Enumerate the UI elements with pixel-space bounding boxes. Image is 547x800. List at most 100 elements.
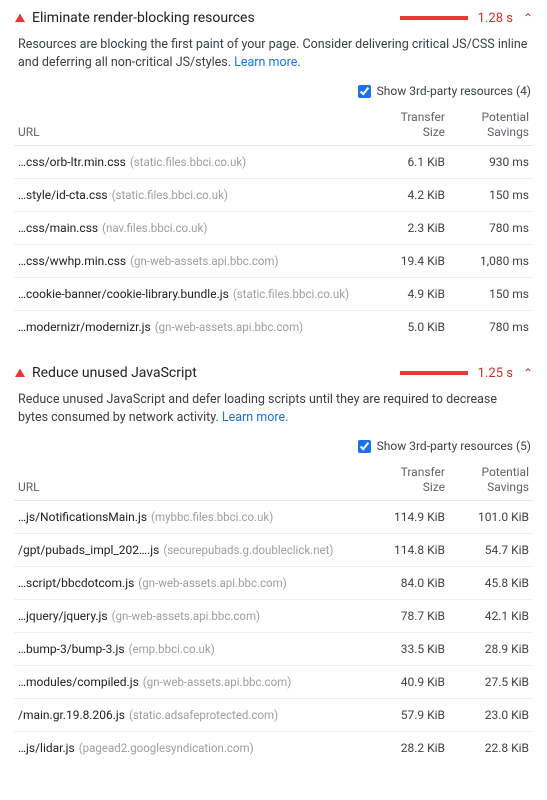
warning-triangle-icon bbox=[14, 367, 26, 379]
col-header-savings: PotentialSavings bbox=[451, 110, 529, 139]
resource-table: URLTransferSizePotentialSavings…css/orb-… bbox=[14, 104, 533, 343]
third-party-label: Show 3rd-party resources (4) bbox=[377, 84, 531, 98]
transfer-size: 78.7 KiB bbox=[371, 609, 451, 623]
transfer-size: 84.0 KiB bbox=[371, 576, 451, 590]
resource-path[interactable]: …css/orb-ltr.min.css bbox=[18, 155, 126, 169]
audit-header[interactable]: Eliminate render-blocking resources1.28 … bbox=[14, 10, 533, 26]
col-header-url: URL bbox=[18, 125, 371, 139]
transfer-size: 2.3 KiB bbox=[371, 221, 451, 235]
audit-description: Reduce unused JavaScript and defer loadi… bbox=[18, 391, 529, 427]
table-row: …css/orb-ltr.min.css (static.files.bbci.c… bbox=[14, 146, 533, 179]
resource-host: (gn-web-assets.api.bbc.com) bbox=[112, 609, 260, 623]
table-row: …jquery/jquery.js (gn-web-assets.api.bbc.… bbox=[14, 600, 533, 633]
transfer-size: 5.0 KiB bbox=[371, 320, 451, 334]
potential-savings: 780 ms bbox=[451, 320, 529, 334]
audit-section: Reduce unused JavaScript1.25 s⌃Reduce un… bbox=[14, 365, 533, 764]
potential-savings: 150 ms bbox=[451, 287, 529, 301]
transfer-size: 4.9 KiB bbox=[371, 287, 451, 301]
resource-path[interactable]: …js/lidar.js bbox=[18, 741, 75, 755]
col-header-size: TransferSize bbox=[371, 465, 451, 494]
potential-savings: 23.0 KiB bbox=[451, 708, 529, 722]
transfer-size: 114.9 KiB bbox=[371, 510, 451, 524]
resource-host: (gn-web-assets.api.bbc.com) bbox=[155, 320, 303, 334]
potential-savings: 22.8 KiB bbox=[451, 741, 529, 755]
chevron-up-icon[interactable]: ⌃ bbox=[523, 11, 533, 25]
resource-path[interactable]: …js/NotificationsMain.js bbox=[18, 510, 147, 524]
resource-host: (static.files.bbci.co.uk) bbox=[112, 188, 228, 202]
col-header-url: URL bbox=[18, 480, 371, 494]
table-row: …css/wwhp.min.css (gn-web-assets.api.bbc.… bbox=[14, 245, 533, 278]
table-row: …style/id-cta.css (static.files.bbci.co.u… bbox=[14, 179, 533, 212]
table-row: …css/main.css (nav.files.bbci.co.uk) 2.3 K… bbox=[14, 212, 533, 245]
resource-path[interactable]: /gpt/pubads_impl_202….js bbox=[18, 543, 159, 557]
transfer-size: 28.2 KiB bbox=[371, 741, 451, 755]
table-row: /main.gr.19.8.206.js (static.adsafeprotec… bbox=[14, 699, 533, 732]
resource-host: (mybbc.files.bbci.co.uk) bbox=[151, 510, 273, 524]
resource-host: (pagead2.googlesyndication.com) bbox=[79, 741, 254, 755]
table-row: …modules/compiled.js (gn-web-assets.api.b… bbox=[14, 666, 533, 699]
learn-more-link[interactable]: Learn more bbox=[234, 55, 297, 70]
audit-title: Eliminate render-blocking resources bbox=[32, 10, 255, 26]
impact-bar bbox=[400, 371, 468, 375]
transfer-size: 57.9 KiB bbox=[371, 708, 451, 722]
resource-table: URLTransferSizePotentialSavings…js/Notif… bbox=[14, 459, 533, 764]
potential-savings: 101.0 KiB bbox=[451, 510, 529, 524]
third-party-toggle-row: Show 3rd-party resources (4) bbox=[14, 84, 533, 98]
resource-path[interactable]: /main.gr.19.8.206.js bbox=[18, 708, 125, 722]
table-row: …js/NotificationsMain.js (mybbc.files.bbc… bbox=[14, 501, 533, 534]
table-row: …script/bbcdotcom.js (gn-web-assets.api.b… bbox=[14, 567, 533, 600]
potential-savings: 42.1 KiB bbox=[451, 609, 529, 623]
learn-more-link[interactable]: Learn more bbox=[222, 410, 285, 425]
audit-header[interactable]: Reduce unused JavaScript 1.25 s ⌃ bbox=[14, 365, 533, 381]
table-row: …js/lidar.js (pagead2.googlesyndication.c… bbox=[14, 732, 533, 764]
third-party-checkbox[interactable] bbox=[358, 440, 371, 453]
resource-host: (gn-web-assets.api.bbc.com) bbox=[138, 576, 286, 590]
transfer-size: 33.5 KiB bbox=[371, 642, 451, 656]
table-row: …bump-3/bump-3.js (emp.bbci.co.uk) 33.5 Ki… bbox=[14, 633, 533, 666]
resource-path[interactable]: …jquery/jquery.js bbox=[18, 609, 108, 623]
potential-savings: 27.5 KiB bbox=[451, 675, 529, 689]
resource-path[interactable]: …modules/compiled.js bbox=[18, 675, 139, 689]
table-row: …cookie-banner/cookie-library.bundle.js (… bbox=[14, 278, 533, 311]
potential-savings: 54.7 KiB bbox=[451, 543, 529, 557]
potential-savings: 45.8 KiB bbox=[451, 576, 529, 590]
impact-bar bbox=[400, 16, 468, 20]
third-party-checkbox[interactable] bbox=[358, 85, 371, 98]
audit-section: Eliminate render-blocking resources1.28 … bbox=[14, 10, 533, 343]
transfer-size: 4.2 KiB bbox=[371, 188, 451, 202]
transfer-size: 40.9 KiB bbox=[371, 675, 451, 689]
resource-path[interactable]: …style/id-cta.css bbox=[18, 188, 108, 202]
resource-path[interactable]: …modernizr/modernizr.js bbox=[18, 320, 151, 334]
table-row: …modernizr/modernizr.js (gn-web-assets.ap… bbox=[14, 311, 533, 343]
potential-savings: 150 ms bbox=[451, 188, 529, 202]
resource-path[interactable]: …css/wwhp.min.css bbox=[18, 254, 126, 268]
resource-host: (gn-web-assets.api.bbc.com) bbox=[143, 675, 291, 689]
resource-host: (static.files.bbci.co.uk) bbox=[130, 155, 246, 169]
transfer-size: 19.4 KiB bbox=[371, 254, 451, 268]
table-row: /gpt/pubads_impl_202….js (securepubads.g.… bbox=[14, 534, 533, 567]
col-header-size: TransferSize bbox=[371, 110, 451, 139]
col-header-savings: PotentialSavings bbox=[451, 465, 529, 494]
resource-host: (static.adsafeprotected.com) bbox=[129, 708, 278, 722]
resource-path[interactable]: …cookie-banner/cookie-library.bundle.js bbox=[18, 287, 229, 301]
potential-savings: 780 ms bbox=[451, 221, 529, 235]
resource-path[interactable]: …bump-3/bump-3.js bbox=[18, 642, 125, 656]
warning-triangle-icon bbox=[14, 12, 26, 24]
resource-host: (securepubads.g.doubleclick.net) bbox=[163, 543, 333, 557]
resource-host: (static.files.bbci.co.uk) bbox=[233, 287, 349, 301]
audit-title: Reduce unused JavaScript bbox=[32, 365, 197, 381]
resource-host: (emp.bbci.co.uk) bbox=[129, 642, 215, 656]
transfer-size: 114.8 KiB bbox=[371, 543, 451, 557]
resource-path[interactable]: …script/bbcdotcom.js bbox=[18, 576, 134, 590]
audit-description: Resources are blocking the first paint o… bbox=[18, 36, 529, 72]
table-header-row: URLTransferSizePotentialSavings bbox=[14, 459, 533, 501]
third-party-toggle-row: Show 3rd-party resources (5) bbox=[14, 439, 533, 453]
resource-host: (gn-web-assets.api.bbc.com) bbox=[130, 254, 278, 268]
resource-path[interactable]: …css/main.css bbox=[18, 221, 98, 235]
third-party-label: Show 3rd-party resources (5) bbox=[377, 439, 531, 453]
chevron-up-icon[interactable]: ⌃ bbox=[523, 366, 533, 380]
resource-host: (nav.files.bbci.co.uk) bbox=[102, 221, 207, 235]
potential-savings: 28.9 KiB bbox=[451, 642, 529, 656]
table-header-row: URLTransferSizePotentialSavings bbox=[14, 104, 533, 146]
audit-time: 1.25 s bbox=[478, 366, 513, 381]
